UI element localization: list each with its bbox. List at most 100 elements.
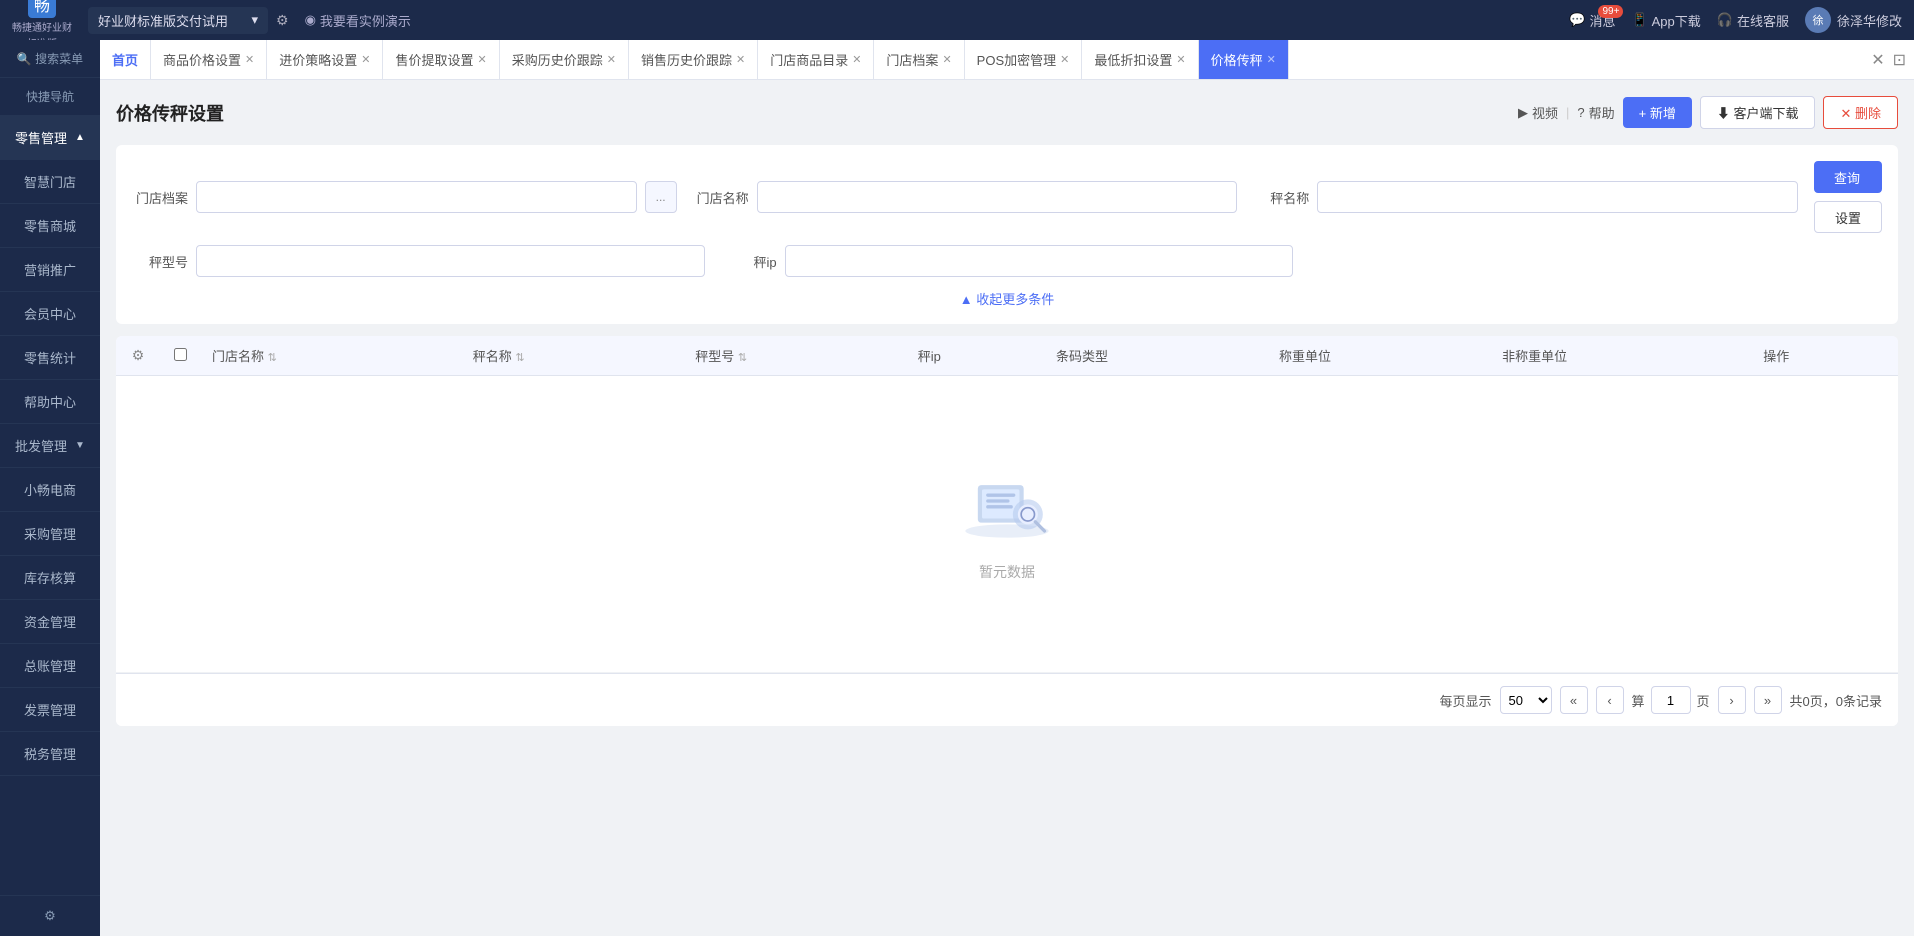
tab-store-catalog[interactable]: 门店商品目录 ✕ <box>758 40 874 80</box>
scale-model-label: 秤型号 <box>132 252 188 271</box>
tab-purchase-strategy-close[interactable]: ✕ <box>361 53 370 66</box>
last-page-button[interactable]: » <box>1754 686 1782 714</box>
tab-price-scale-label: 价格传秤 <box>1211 50 1263 69</box>
select-all-checkbox[interactable] <box>174 348 187 361</box>
first-page-button[interactable]: « <box>1560 686 1588 714</box>
tab-pos-manage[interactable]: POS加密管理 ✕ <box>965 40 1083 80</box>
table-body: 暂元数据 <box>116 376 1898 673</box>
col-weight-unit-label: 称重单位 <box>1279 349 1331 364</box>
store-file-input[interactable] <box>196 181 637 213</box>
tab-price-scale-close[interactable]: ✕ <box>1267 53 1276 66</box>
sidebar-settings-button[interactable]: ⚙ <box>0 895 100 936</box>
user-avatar: 徐 <box>1805 7 1831 33</box>
sidebar-item-inventory[interactable]: 库存核算 <box>0 556 100 600</box>
store-name-input[interactable] <box>757 181 1238 213</box>
tab-purchase-history-close[interactable]: ✕ <box>607 53 616 66</box>
delete-button-label: ✕ 删除 <box>1840 103 1881 122</box>
user-name: 徐泽华修改 <box>1837 11 1902 30</box>
scale-model-input[interactable] <box>196 245 705 277</box>
sidebar-item-retail-manage[interactable]: 零售管理 ▲ <box>0 116 100 160</box>
tabs-bar-actions: ✕ ⊡ <box>1863 50 1914 70</box>
env-gear-icon[interactable]: ⚙ <box>276 12 289 29</box>
user-area[interactable]: 徐 徐泽华修改 <box>1805 7 1902 33</box>
add-button-label: + 新增 <box>1639 103 1676 122</box>
tab-sale-price-close[interactable]: ✕ <box>478 53 487 66</box>
col-scale-model[interactable]: 秤型号 <box>683 336 906 376</box>
tab-sale-price[interactable]: 售价提取设置 ✕ <box>383 40 499 80</box>
scale-name-input[interactable] <box>1317 181 1798 213</box>
help-center-label: 帮助中心 <box>24 392 76 411</box>
tab-min-discount-close[interactable]: ✕ <box>1176 53 1185 66</box>
sidebar-item-help-center[interactable]: 帮助中心 <box>0 380 100 424</box>
retail-stats-label: 零售统计 <box>24 348 76 367</box>
tab-sales-history[interactable]: 销售历史价跟踪 ✕ <box>629 40 758 80</box>
table-settings-button[interactable]: ⚙ <box>132 347 145 363</box>
sidebar-item-wholesale-manage[interactable]: 批发管理 ▼ <box>0 424 100 468</box>
sidebar-item-finance[interactable]: 资金管理 <box>0 600 100 644</box>
video-icon: ▶ <box>1518 105 1528 121</box>
sidebar-item-member[interactable]: 会员中心 <box>0 292 100 336</box>
tab-purchase-strategy[interactable]: 进价策略设置 ✕ <box>267 40 383 80</box>
tab-sales-history-close[interactable]: ✕ <box>736 53 745 66</box>
download-button[interactable]: ⬇ 客户端下载 <box>1700 96 1816 129</box>
sidebar-item-purchase-manage[interactable]: 采购管理 <box>0 512 100 556</box>
support-icon: 🎧 <box>1717 12 1733 28</box>
tab-home[interactable]: 首页 <box>100 40 151 80</box>
help-button[interactable]: ? 帮助 <box>1577 103 1614 122</box>
sidebar-quick-nav[interactable]: 快捷导航 <box>0 78 100 116</box>
messages-button[interactable]: 💬 消息 99+ <box>1569 11 1615 30</box>
app-download-button[interactable]: 📱 App下载 <box>1631 11 1700 30</box>
data-table: ⚙ 门店名称 秤名称 <box>116 336 1898 673</box>
tab-pos-manage-close[interactable]: ✕ <box>1060 53 1069 66</box>
col-store-name[interactable]: 门店名称 <box>200 336 461 376</box>
sidebar-item-tax[interactable]: 税务管理 <box>0 732 100 776</box>
sidebar-search[interactable]: 🔍 搜索菜单 <box>0 40 100 78</box>
tab-min-discount[interactable]: 最低折扣设置 ✕ <box>1082 40 1198 80</box>
support-button[interactable]: 🎧 在线客服 <box>1717 11 1789 30</box>
set-button[interactable]: 设置 <box>1814 201 1882 233</box>
store-file-ellipsis-button[interactable]: ... <box>645 181 677 213</box>
sidebar-item-retail-shop[interactable]: 零售商城 <box>0 204 100 248</box>
sidebar-item-general-ledger[interactable]: 总账管理 <box>0 644 100 688</box>
collapse-row: ▲ 收起更多条件 <box>132 289 1882 308</box>
prev-page-button[interactable]: ‹ <box>1596 686 1624 714</box>
form-row-1: 门店档案 ... 门店名称 秤名称 <box>132 161 1882 233</box>
tab-commodity-price-close[interactable]: ✕ <box>245 53 254 66</box>
sidebar-item-marketing[interactable]: 营销推广 <box>0 248 100 292</box>
col-action-label: 操作 <box>1763 349 1789 364</box>
last-page-icon: » <box>1764 693 1771 708</box>
col-action: 操作 <box>1751 336 1898 376</box>
tab-store-file[interactable]: 门店档案 ✕ <box>874 40 964 80</box>
tab-purchase-history[interactable]: 采购历史价跟踪 ✕ <box>500 40 629 80</box>
per-page-select[interactable]: 50 10 20 100 <box>1500 686 1552 714</box>
video-button[interactable]: ▶ 视频 <box>1518 103 1558 122</box>
tab-store-file-close[interactable]: ✕ <box>942 53 951 66</box>
scale-ip-input[interactable] <box>785 245 1294 277</box>
tab-home-label: 首页 <box>112 50 138 69</box>
env-selector-arrow: ▾ <box>251 12 258 28</box>
page-input[interactable] <box>1651 686 1691 714</box>
sidebar-item-retail-stats[interactable]: 零售统计 <box>0 336 100 380</box>
logo-icon: 畅 <box>28 0 56 18</box>
sidebar-item-smart-store[interactable]: 智慧门店 <box>0 160 100 204</box>
col-scale-name[interactable]: 秤名称 <box>461 336 684 376</box>
close-tab-button[interactable]: ✕ <box>1871 50 1884 70</box>
wholesale-manage-arrow: ▼ <box>75 440 85 451</box>
ellipsis-icon: ... <box>656 190 666 204</box>
tab-commodity-price[interactable]: 商品价格设置 ✕ <box>151 40 267 80</box>
add-button[interactable]: + 新增 <box>1623 97 1692 128</box>
sidebar-item-small-ecommerce[interactable]: 小畅电商 <box>0 468 100 512</box>
delete-button[interactable]: ✕ 删除 <box>1823 96 1898 129</box>
next-page-button[interactable]: › <box>1718 686 1746 714</box>
messages-badge: 99+ <box>1598 5 1623 18</box>
inventory-label: 库存核算 <box>24 568 76 587</box>
demo-button[interactable]: ◉ 我要看实例演示 <box>305 11 411 30</box>
maximize-tab-button[interactable]: ⊡ <box>1893 50 1906 70</box>
tab-store-catalog-close[interactable]: ✕ <box>852 53 861 66</box>
tab-price-scale[interactable]: 价格传秤 ✕ <box>1199 40 1289 80</box>
collapse-button[interactable]: ▲ 收起更多条件 <box>960 289 1054 308</box>
query-button[interactable]: 查询 <box>1814 161 1882 193</box>
table-header-row: ⚙ 门店名称 秤名称 <box>116 336 1898 376</box>
sidebar-item-invoice[interactable]: 发票管理 <box>0 688 100 732</box>
env-selector[interactable]: 好业财标准版交付试用 ▾ <box>88 7 268 34</box>
